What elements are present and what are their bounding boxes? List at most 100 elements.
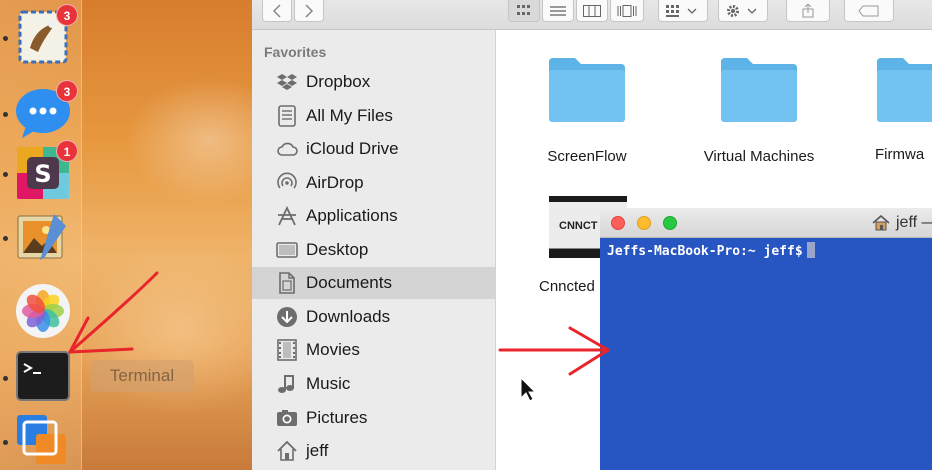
terminal-prompt-line: Jeffs-MacBook-Pro:~ jeff$ bbox=[607, 242, 815, 259]
file-label: Firmwa bbox=[875, 146, 925, 163]
sidebar-item-label: jeff bbox=[306, 441, 329, 460]
gear-icon bbox=[727, 4, 757, 17]
terminal-prompt: Jeffs-MacBook-Pro:~ jeff$ bbox=[607, 244, 803, 259]
tags-button[interactable] bbox=[844, 0, 894, 22]
icon-view-button[interactable] bbox=[508, 0, 540, 22]
dock: 3 3 S 1 bbox=[0, 0, 82, 470]
dock-item-vmware-fusion[interactable] bbox=[3, 412, 72, 470]
terminal-app-icon bbox=[16, 351, 70, 401]
cover-flow-button[interactable] bbox=[610, 0, 644, 22]
action-button[interactable] bbox=[718, 0, 768, 22]
airdrop-icon bbox=[277, 172, 297, 189]
folder-icon bbox=[721, 58, 797, 122]
sidebar-item-label: Documents bbox=[306, 273, 392, 292]
terminal-window[interactable]: jeff — Jeffs-MacBook-Pro:~ jeff$ bbox=[600, 208, 932, 470]
sidebar-item-dropbox[interactable]: Dropbox bbox=[252, 66, 496, 98]
music-icon bbox=[278, 375, 294, 393]
file-item-screenflow[interactable]: ScreenFlow bbox=[507, 40, 667, 165]
zoom-button[interactable] bbox=[663, 216, 677, 230]
running-indicator bbox=[3, 172, 8, 177]
sidebar-item-label: AirDrop bbox=[306, 173, 364, 192]
chevron-left-icon bbox=[272, 3, 281, 18]
preview-app-icon bbox=[17, 214, 66, 260]
back-button[interactable] bbox=[262, 0, 292, 22]
sidebar-item-label: Pictures bbox=[306, 408, 368, 427]
column-view-button[interactable] bbox=[576, 0, 608, 22]
sidebar-item-downloads[interactable]: Downloads bbox=[252, 301, 496, 333]
folder-icon bbox=[877, 58, 932, 122]
terminal-cursor bbox=[806, 242, 815, 258]
sidebar-item-label: Music bbox=[306, 374, 351, 393]
sidebar-item-icloud-drive[interactable]: iCloud Drive bbox=[252, 133, 496, 165]
running-indicator bbox=[3, 440, 8, 445]
documents-icon bbox=[279, 272, 295, 294]
downloads-icon bbox=[277, 307, 297, 327]
arrange-button[interactable] bbox=[658, 0, 708, 22]
home-icon bbox=[872, 215, 890, 231]
terminal-body[interactable]: Jeffs-MacBook-Pro:~ jeff$ bbox=[600, 238, 932, 470]
movies-icon bbox=[277, 339, 297, 361]
sidebar-item-jeff[interactable]: jeff bbox=[252, 435, 496, 467]
finder-toolbar bbox=[252, 0, 932, 30]
dock-item-photos[interactable] bbox=[14, 282, 72, 340]
svg-text:S: S bbox=[34, 160, 51, 188]
desktop-icon bbox=[276, 242, 298, 258]
list-icon bbox=[550, 5, 566, 16]
chevron-right-icon bbox=[305, 3, 314, 18]
dock-item-slack[interactable]: S 1 bbox=[3, 140, 78, 202]
sidebar-item-documents[interactable]: Documents bbox=[252, 267, 496, 299]
slack-badge: 1 bbox=[56, 140, 78, 162]
sidebar-item-label: Desktop bbox=[306, 240, 369, 259]
thumbnail-text: CNNCT bbox=[559, 220, 598, 232]
sidebar-item-all-my-files[interactable]: All My Files bbox=[252, 100, 496, 132]
sidebar-item-music[interactable]: Music bbox=[252, 368, 496, 400]
dock-tooltip: Terminal bbox=[90, 360, 194, 392]
mail-badge: 3 bbox=[56, 4, 78, 26]
home-icon bbox=[277, 440, 297, 461]
photos-app-icon bbox=[16, 284, 70, 338]
applications-icon bbox=[278, 205, 296, 226]
dock-item-mail[interactable]: 3 bbox=[3, 4, 78, 66]
file-label: Virtual Machines bbox=[703, 148, 815, 165]
dropbox-icon bbox=[277, 74, 297, 90]
dock-item-terminal[interactable] bbox=[3, 348, 72, 406]
grid-icon bbox=[517, 4, 530, 15]
vmware-fusion-app-icon bbox=[17, 415, 66, 464]
cloud-icon bbox=[277, 142, 298, 156]
terminal-title: jeff — bbox=[896, 214, 932, 231]
columns-icon bbox=[583, 4, 601, 17]
arrange-icon bbox=[666, 4, 697, 17]
dock-item-messages[interactable]: 3 bbox=[3, 80, 78, 142]
terminal-titlebar[interactable]: jeff — bbox=[600, 208, 932, 238]
tag-icon bbox=[858, 5, 879, 16]
sidebar-item-label: Movies bbox=[306, 340, 360, 359]
sidebar-heading-favorites: Favorites bbox=[264, 44, 327, 60]
list-view-button[interactable] bbox=[542, 0, 574, 22]
file-item-virtual-machines[interactable]: Virtual Machines bbox=[679, 40, 839, 165]
running-indicator bbox=[3, 236, 8, 241]
sidebar-item-pictures[interactable]: Pictures bbox=[252, 402, 496, 434]
file-item-firmware[interactable]: Firmwa bbox=[855, 40, 932, 163]
running-indicator bbox=[3, 112, 8, 117]
minimize-button[interactable] bbox=[637, 216, 651, 230]
close-button[interactable] bbox=[611, 216, 625, 230]
sidebar-item-movies[interactable]: Movies bbox=[252, 334, 496, 366]
pictures-icon bbox=[277, 410, 297, 426]
file-label: ScreenFlow bbox=[547, 148, 627, 165]
cover-flow-icon bbox=[617, 4, 637, 17]
sidebar-item-label: Applications bbox=[306, 206, 398, 225]
sidebar-item-airdrop[interactable]: AirDrop bbox=[252, 167, 496, 199]
share-icon bbox=[802, 3, 814, 17]
sidebar-item-applications[interactable]: Applications bbox=[252, 200, 496, 232]
share-button[interactable] bbox=[786, 0, 830, 22]
sidebar-item-label: Downloads bbox=[306, 307, 391, 326]
sidebar-item-label: All My Files bbox=[306, 106, 393, 125]
sidebar-item-label: iCloud Drive bbox=[306, 139, 399, 158]
sidebar-item-desktop[interactable]: Desktop bbox=[252, 234, 496, 266]
forward-button[interactable] bbox=[294, 0, 324, 22]
sidebar-item-label: Dropbox bbox=[306, 72, 371, 91]
dock-item-preview[interactable] bbox=[3, 208, 72, 266]
messages-badge: 3 bbox=[56, 80, 78, 102]
running-indicator bbox=[3, 376, 8, 381]
folder-icon bbox=[549, 58, 625, 122]
